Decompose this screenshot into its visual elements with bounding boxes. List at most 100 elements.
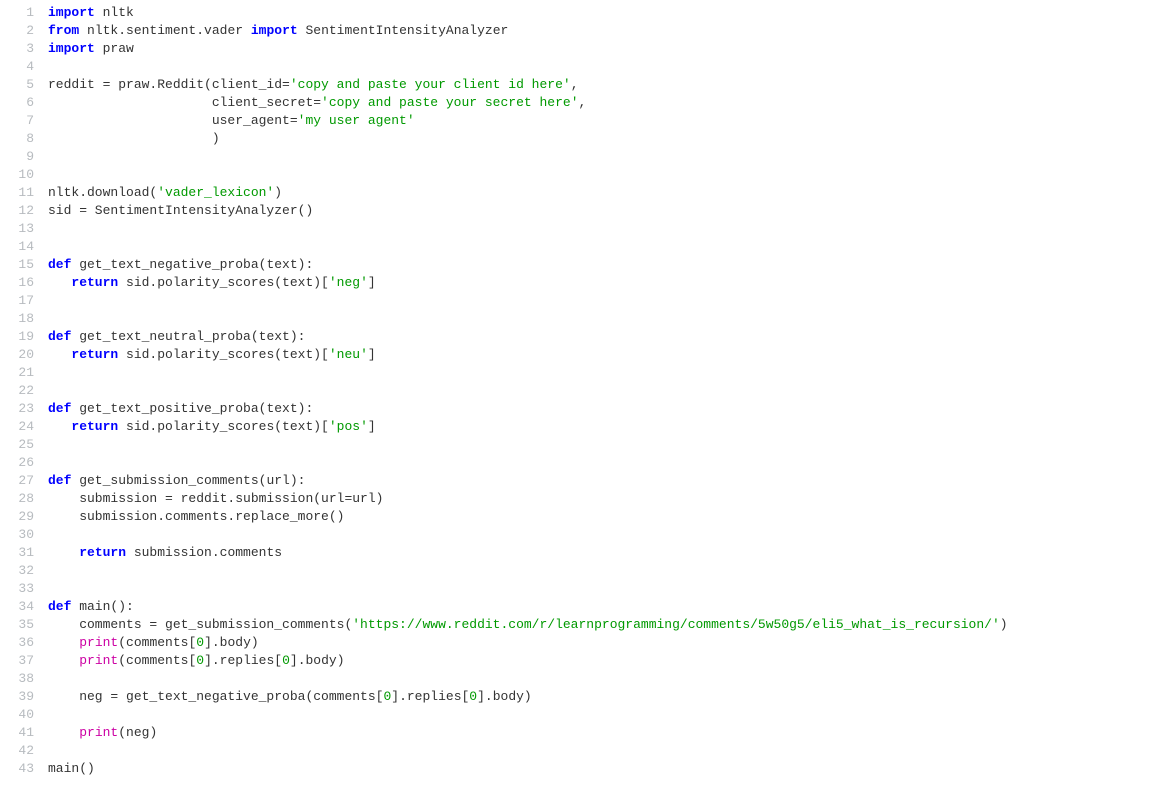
code-line: 41 print(neg) — [0, 724, 1175, 742]
line-number: 7 — [0, 112, 48, 130]
token — [48, 275, 71, 290]
code-line: 15def get_text_negative_proba(text): — [0, 256, 1175, 274]
line-number: 25 — [0, 436, 48, 454]
token — [48, 635, 79, 650]
code-content: reddit = praw.Reddit(client_id='copy and… — [48, 76, 1175, 94]
token: sid.polarity_scores(text)[ — [118, 347, 329, 362]
line-number: 5 — [0, 76, 48, 94]
code-line: 37 print(comments[0].replies[0].body) — [0, 652, 1175, 670]
code-content — [48, 292, 1175, 310]
code-line: 26 — [0, 454, 1175, 472]
line-number: 35 — [0, 616, 48, 634]
code-line: 17 — [0, 292, 1175, 310]
line-number: 36 — [0, 634, 48, 652]
line-number: 24 — [0, 418, 48, 436]
token: 'vader_lexicon' — [157, 185, 274, 200]
token: neg = get_text_negative_proba(comments[ — [48, 689, 383, 704]
token: get_text_positive_proba(text): — [71, 401, 313, 416]
line-number: 28 — [0, 490, 48, 508]
code-content: def get_text_neutral_proba(text): — [48, 328, 1175, 346]
code-line: 38 — [0, 670, 1175, 688]
token: comments = get_submission_comments( — [48, 617, 352, 632]
line-number: 2 — [0, 22, 48, 40]
code-content: user_agent='my user agent' — [48, 112, 1175, 130]
token: 'neu' — [329, 347, 368, 362]
token: ].replies[ — [391, 689, 469, 704]
token: return — [71, 419, 118, 434]
token: get_text_negative_proba(text): — [71, 257, 313, 272]
token: sid.polarity_scores(text)[ — [118, 275, 329, 290]
token — [48, 347, 71, 362]
token: print — [79, 725, 118, 740]
code-content — [48, 742, 1175, 760]
line-number: 14 — [0, 238, 48, 256]
code-line: 23def get_text_positive_proba(text): — [0, 400, 1175, 418]
line-number: 41 — [0, 724, 48, 742]
token: reddit = praw.Reddit(client_id= — [48, 77, 290, 92]
line-number: 31 — [0, 544, 48, 562]
token: import — [251, 23, 298, 38]
token: get_text_neutral_proba(text): — [71, 329, 305, 344]
token: nltk.download( — [48, 185, 157, 200]
code-content — [48, 526, 1175, 544]
code-content: def main(): — [48, 598, 1175, 616]
code-line: 39 neg = get_text_negative_proba(comment… — [0, 688, 1175, 706]
line-number: 30 — [0, 526, 48, 544]
line-number: 42 — [0, 742, 48, 760]
token: ].replies[ — [204, 653, 282, 668]
code-line: 3import praw — [0, 40, 1175, 58]
token: sid = SentimentIntensityAnalyzer() — [48, 203, 313, 218]
code-line: 24 return sid.polarity_scores(text)['pos… — [0, 418, 1175, 436]
line-number: 3 — [0, 40, 48, 58]
code-content: def get_text_negative_proba(text): — [48, 256, 1175, 274]
code-content — [48, 310, 1175, 328]
code-content — [48, 238, 1175, 256]
code-content: import praw — [48, 40, 1175, 58]
code-content: print(comments[0].body) — [48, 634, 1175, 652]
code-line: 14 — [0, 238, 1175, 256]
token: def — [48, 599, 71, 614]
token: ] — [368, 419, 376, 434]
code-line: 2from nltk.sentiment.vader import Sentim… — [0, 22, 1175, 40]
token: , — [571, 77, 579, 92]
code-content — [48, 148, 1175, 166]
code-line: 8 ) — [0, 130, 1175, 148]
line-number: 1 — [0, 4, 48, 22]
token: (neg) — [118, 725, 157, 740]
token: submission = reddit.submission(url=url) — [48, 491, 383, 506]
line-number: 40 — [0, 706, 48, 724]
token: import — [48, 41, 95, 56]
code-line: 29 submission.comments.replace_more() — [0, 508, 1175, 526]
line-number: 20 — [0, 346, 48, 364]
code-content — [48, 382, 1175, 400]
code-content — [48, 220, 1175, 238]
token: SentimentIntensityAnalyzer — [298, 23, 509, 38]
token: return — [79, 545, 126, 560]
code-line: 19def get_text_neutral_proba(text): — [0, 328, 1175, 346]
line-number: 33 — [0, 580, 48, 598]
code-line: 18 — [0, 310, 1175, 328]
code-line: 10 — [0, 166, 1175, 184]
line-number: 13 — [0, 220, 48, 238]
token: import — [48, 5, 95, 20]
line-number: 9 — [0, 148, 48, 166]
code-content — [48, 580, 1175, 598]
code-content: nltk.download('vader_lexicon') — [48, 184, 1175, 202]
line-number: 16 — [0, 274, 48, 292]
token: ] — [368, 275, 376, 290]
line-number: 19 — [0, 328, 48, 346]
code-line: 28 submission = reddit.submission(url=ur… — [0, 490, 1175, 508]
code-content — [48, 436, 1175, 454]
token: nltk.sentiment.vader — [79, 23, 251, 38]
code-content — [48, 166, 1175, 184]
token: ) — [48, 131, 220, 146]
token: submission.comments.replace_more() — [48, 509, 344, 524]
code-line: 42 — [0, 742, 1175, 760]
code-line: 13 — [0, 220, 1175, 238]
code-content — [48, 670, 1175, 688]
token: nltk — [95, 5, 134, 20]
token: 'copy and paste your client id here' — [290, 77, 571, 92]
line-number: 27 — [0, 472, 48, 490]
code-line: 30 — [0, 526, 1175, 544]
code-line: 1import nltk — [0, 4, 1175, 22]
